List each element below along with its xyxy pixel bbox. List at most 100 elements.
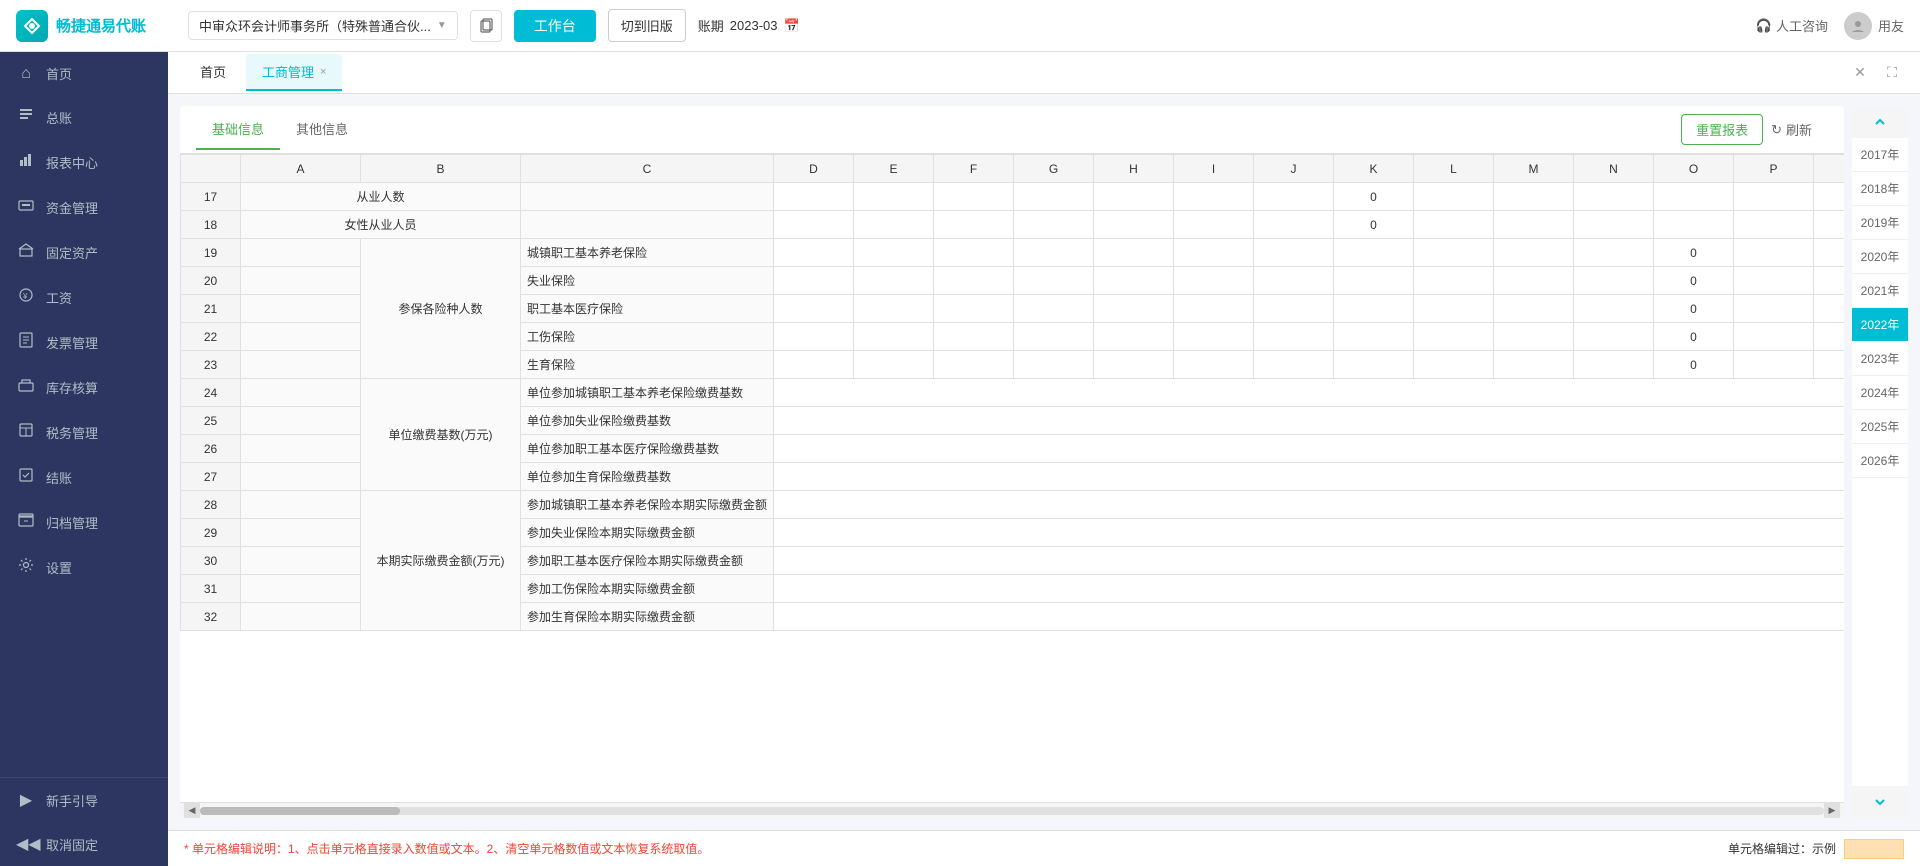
row-21-e[interactable] [854,295,934,323]
sidebar-item-reports[interactable]: 报表中心 [0,140,168,185]
col-header-k[interactable]: K [1334,155,1414,183]
row-22-c[interactable]: 工伤保险 [521,323,774,351]
col-header-j[interactable]: J [1254,155,1334,183]
close-window-button[interactable]: ✕ [1848,61,1872,85]
row-17-o[interactable] [1654,183,1734,211]
row-20-c[interactable]: 失业保险 [521,267,774,295]
row-19-d[interactable] [774,239,854,267]
row-17-n[interactable] [1574,183,1654,211]
row-22-o[interactable]: 0 [1654,323,1734,351]
workbench-button[interactable]: 工作台 [514,10,596,42]
row-18-k[interactable]: 0 [1334,211,1414,239]
row-21-a[interactable] [241,295,361,323]
row-18-ab[interactable]: 女性从业人员 [241,211,521,239]
row-17-f[interactable] [934,183,1014,211]
tab-home[interactable]: 首页 [184,54,242,91]
col-header-e[interactable]: E [854,155,934,183]
row-20-o[interactable]: 0 [1654,267,1734,295]
row-19-p[interactable] [1734,239,1814,267]
year-scroll-down-button[interactable] [1868,790,1892,814]
row-18-p[interactable] [1734,211,1814,239]
row-30-c[interactable]: 参加职工基本医疗保险本期实际缴费金额 [521,547,774,575]
col-header-m[interactable]: M [1494,155,1574,183]
row-29-c[interactable]: 参加失业保险本期实际缴费金额 [521,519,774,547]
row-22-q[interactable] [1814,323,1844,351]
row-17-q[interactable] [1814,183,1844,211]
row-28-c[interactable]: 参加城镇职工基本养老保险本期实际缴费金额 [521,491,774,519]
row-23-h[interactable] [1094,351,1174,379]
row-23-j[interactable] [1254,351,1334,379]
refresh-button[interactable]: ↻ 刷新 [1771,120,1812,139]
row-30-data[interactable] [774,547,1844,575]
sidebar-item-home[interactable]: ⌂ 首页 [0,52,168,95]
row-22-f[interactable] [934,323,1014,351]
col-header-q[interactable]: Q [1814,155,1844,183]
row-18-n[interactable] [1574,211,1654,239]
old-version-button[interactable]: 切到旧版 [608,9,686,42]
row-22-l[interactable] [1414,323,1494,351]
row-31-data[interactable] [774,575,1844,603]
row-18-h[interactable] [1094,211,1174,239]
row-20-a[interactable] [241,267,361,295]
row-22-a[interactable] [241,323,361,351]
horizontal-scrollbar[interactable]: ◀ ▶ [180,802,1844,818]
col-header-a[interactable]: A [241,155,361,183]
row-23-d[interactable] [774,351,854,379]
row-22-k[interactable] [1334,323,1414,351]
row-18-c[interactable] [521,211,774,239]
row-21-j[interactable] [1254,295,1334,323]
row-23-g[interactable] [1014,351,1094,379]
row-19-h[interactable] [1094,239,1174,267]
row-21-o[interactable]: 0 [1654,295,1734,323]
col-header-h[interactable]: H [1094,155,1174,183]
support-button[interactable]: 🎧 人工咨询 [1756,16,1828,35]
row-19-c[interactable]: 城镇职工基本养老保险 [521,239,774,267]
row-17-m[interactable] [1494,183,1574,211]
row-19-q[interactable] [1814,239,1844,267]
row-19-k[interactable] [1334,239,1414,267]
scrollbar-thumb[interactable] [200,807,400,815]
row-22-i[interactable] [1174,323,1254,351]
year-item-2023[interactable]: 2023年 [1852,342,1908,376]
row-17-p[interactable] [1734,183,1814,211]
row-21-m[interactable] [1494,295,1574,323]
maximize-window-button[interactable]: ⛶ [1880,61,1904,85]
row-18-g[interactable] [1014,211,1094,239]
row-23-l[interactable] [1414,351,1494,379]
sidebar-item-tax[interactable]: 税务管理 [0,410,168,455]
row-25-c[interactable]: 单位参加失业保险缴费基数 [521,407,774,435]
col-header-p[interactable]: P [1734,155,1814,183]
row-22-p[interactable] [1734,323,1814,351]
sidebar-item-settings[interactable]: 设置 [0,545,168,590]
row-27-c[interactable]: 单位参加生育保险缴费基数 [521,463,774,491]
row-17-ab[interactable]: 从业人数 [241,183,521,211]
row-19-f[interactable] [934,239,1014,267]
scroll-left-button[interactable]: ◀ [184,803,200,819]
row-19-l[interactable] [1414,239,1494,267]
row-30-a[interactable] [241,547,361,575]
col-header-n[interactable]: N [1574,155,1654,183]
row-20-g[interactable] [1014,267,1094,295]
row-23-k[interactable] [1334,351,1414,379]
col-header-o[interactable]: O [1654,155,1734,183]
row-21-i[interactable] [1174,295,1254,323]
row-21-l[interactable] [1414,295,1494,323]
row-22-d[interactable] [774,323,854,351]
year-item-2022[interactable]: 2022年 [1852,308,1908,342]
row-23-i[interactable] [1174,351,1254,379]
close-icon[interactable]: × [320,66,326,78]
row-32-c[interactable]: 参加生育保险本期实际缴费金额 [521,603,774,631]
row-22-h[interactable] [1094,323,1174,351]
row-21-k[interactable] [1334,295,1414,323]
row-20-d[interactable] [774,267,854,295]
row-28-a[interactable] [241,491,361,519]
row-17-c[interactable] [521,183,774,211]
scrollbar-track[interactable] [200,807,1824,815]
year-item-2026[interactable]: 2026年 [1852,444,1908,478]
panel-tab-other[interactable]: 其他信息 [280,109,364,150]
row-23-e[interactable] [854,351,934,379]
row-20-l[interactable] [1414,267,1494,295]
row-17-j[interactable] [1254,183,1334,211]
year-scroll-up-button[interactable] [1868,110,1892,134]
row-22-g[interactable] [1014,323,1094,351]
